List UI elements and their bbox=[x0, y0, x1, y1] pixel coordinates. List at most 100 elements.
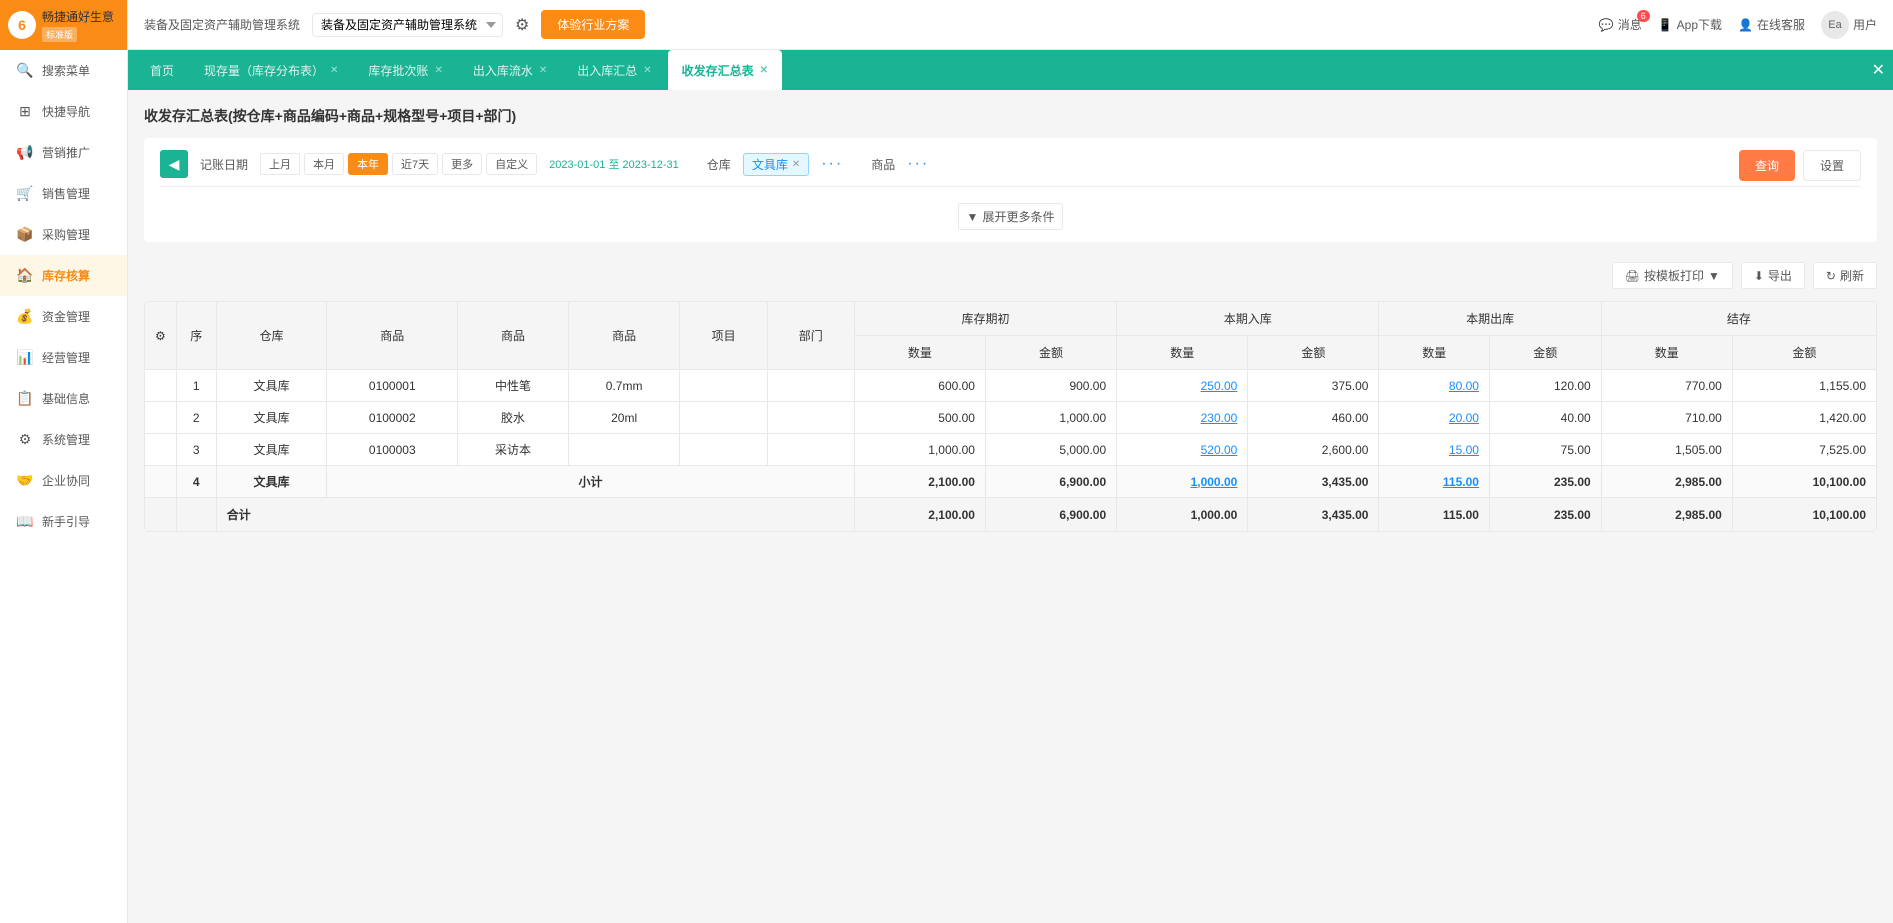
footer-out-amt: 235.00 bbox=[1489, 498, 1601, 532]
date-label: 记账日期 bbox=[200, 156, 248, 173]
try-button[interactable]: 体验行业方案 bbox=[541, 10, 645, 39]
tab-inventory-dist[interactable]: 现存量（库存分布表） ✕ bbox=[190, 50, 352, 90]
col-out-amt-header: 金额 bbox=[1489, 336, 1601, 370]
tab-inout-flow[interactable]: 出入库流水 ✕ bbox=[459, 50, 561, 90]
cell-no: 3 bbox=[176, 434, 216, 466]
subtotal-bal-amt: 10,100.00 bbox=[1732, 466, 1876, 498]
cell-out-amt: 120.00 bbox=[1489, 370, 1601, 402]
filter-toggle-btn[interactable]: ◀ bbox=[160, 150, 188, 178]
sidebar-item-cooperation[interactable]: 🤝 企业协同 bbox=[0, 460, 127, 501]
messages-action[interactable]: 💬 消息 6 bbox=[1599, 16, 1642, 33]
toolbar-right: 🖨 按模板打印 ▼ ⬇ 导出 ↻ 刷新 bbox=[1612, 262, 1877, 289]
refresh-btn[interactable]: ↻ 刷新 bbox=[1813, 262, 1877, 289]
cell-project bbox=[680, 370, 767, 402]
cell-goods-code: 0100002 bbox=[327, 402, 458, 434]
cell-bal-amt: 1,155.00 bbox=[1732, 370, 1876, 402]
tab-close-recv-send-summary[interactable]: ✕ bbox=[760, 65, 768, 76]
user-action[interactable]: Ea 用户 bbox=[1821, 11, 1877, 39]
filter-settings-button[interactable]: 设置 bbox=[1803, 150, 1861, 181]
cell-open-qty: 500.00 bbox=[854, 402, 985, 434]
col-in-qty-header: 数量 bbox=[1117, 336, 1248, 370]
export-btn[interactable]: ⬇ 导出 bbox=[1741, 262, 1805, 289]
filter-row-main: ◀ 记账日期 上月 本月 本年 近7天 更多 自定义 2023-01-01 至 … bbox=[160, 150, 1861, 178]
cell-open-amt: 5,000.00 bbox=[985, 434, 1116, 466]
cell-open-qty: 600.00 bbox=[854, 370, 985, 402]
date-btn-this-year[interactable]: 本年 bbox=[348, 153, 388, 175]
system-icon: ⚙ bbox=[16, 431, 34, 448]
sidebar-item-guide[interactable]: 📖 新手引导 bbox=[0, 501, 127, 542]
date-btn-7days[interactable]: 近7天 bbox=[392, 153, 438, 175]
settings-gear-icon[interactable]: ⚙ bbox=[515, 15, 529, 35]
tab-recv-send-summary[interactable]: 收发存汇总表 ✕ bbox=[668, 50, 782, 90]
tab-bar-close-icon[interactable]: ✕ bbox=[1872, 60, 1885, 80]
cell-out-qty[interactable]: 20.00 bbox=[1379, 402, 1489, 434]
cell-project bbox=[680, 434, 767, 466]
sidebar: 6 畅捷通好生意 标准版 🔍 搜索菜单 ⊞ 快捷导航 📢 营销推广 🛒 销售管理… bbox=[0, 0, 128, 923]
cell-out-qty[interactable]: 80.00 bbox=[1379, 370, 1489, 402]
subtotal-in-qty[interactable]: 1,000.00 bbox=[1117, 466, 1248, 498]
system-selector[interactable]: 装备及固定资产辅助管理系统 bbox=[312, 13, 503, 37]
tab-close-batch[interactable]: ✕ bbox=[434, 65, 442, 76]
sidebar-item-purchase[interactable]: 📦 采购管理 bbox=[0, 214, 127, 255]
cell-goods-name: 胶水 bbox=[458, 402, 568, 434]
app-download-action[interactable]: 📱 App下载 bbox=[1658, 16, 1722, 33]
sidebar-item-system[interactable]: ⚙ 系统管理 bbox=[0, 419, 127, 460]
avatar: Ea bbox=[1821, 11, 1849, 39]
sidebar-item-basic-info[interactable]: 📋 基础信息 bbox=[0, 378, 127, 419]
date-btn-custom[interactable]: 自定义 bbox=[486, 153, 537, 175]
subtotal-row: 4 文具库 小计 2,100.00 6,900.00 1,000.00 3,43… bbox=[145, 466, 1877, 498]
expand-btn[interactable]: ▼ 展开更多条件 bbox=[958, 203, 1064, 230]
sales-icon: 🛒 bbox=[16, 185, 34, 202]
col-goods-name-header: 商品 bbox=[458, 302, 568, 370]
tab-close-inout-flow[interactable]: ✕ bbox=[539, 65, 547, 76]
page-title: 收发存汇总表(按仓库+商品编码+商品+规格型号+项目+部门) bbox=[144, 106, 1877, 126]
filter-panel: ◀ 记账日期 上月 本月 本年 近7天 更多 自定义 2023-01-01 至 … bbox=[144, 138, 1877, 242]
cell-in-qty[interactable]: 520.00 bbox=[1117, 434, 1248, 466]
cell-bal-qty: 710.00 bbox=[1601, 402, 1732, 434]
subtotal-out-qty[interactable]: 115.00 bbox=[1379, 466, 1489, 498]
sidebar-item-marketing[interactable]: 📢 营销推广 bbox=[0, 132, 127, 173]
cell-goods-spec: 0.7mm bbox=[568, 370, 680, 402]
col-out-group-header: 本期出库 bbox=[1379, 302, 1601, 336]
tab-home[interactable]: 首页 bbox=[136, 50, 188, 90]
online-service-action[interactable]: 👤 在线客服 bbox=[1738, 16, 1805, 33]
cell-in-amt: 2,600.00 bbox=[1248, 434, 1379, 466]
grid-icon: ⊞ bbox=[16, 103, 34, 120]
sidebar-item-quick-nav[interactable]: ⊞ 快捷导航 bbox=[0, 91, 127, 132]
sidebar-item-search[interactable]: 🔍 搜索菜单 bbox=[0, 50, 127, 91]
goods-more-icon[interactable]: ··· bbox=[907, 155, 929, 173]
warehouse-label: 仓库 bbox=[707, 156, 731, 173]
date-btn-more[interactable]: 更多 bbox=[442, 153, 482, 175]
col-in-group-header: 本期入库 bbox=[1117, 302, 1379, 336]
cooperation-icon: 🤝 bbox=[16, 472, 34, 489]
warehouse-remove-icon[interactable]: ✕ bbox=[792, 159, 800, 170]
sidebar-item-finance[interactable]: 💰 资金管理 bbox=[0, 296, 127, 337]
col-settings-header[interactable]: ⚙ bbox=[145, 302, 177, 370]
tab-close-inout-summary[interactable]: ✕ bbox=[643, 65, 651, 76]
cell-in-qty[interactable]: 250.00 bbox=[1117, 370, 1248, 402]
footer-in-amt: 3,435.00 bbox=[1248, 498, 1379, 532]
header-actions: 💬 消息 6 📱 App下载 👤 在线客服 Ea 用户 bbox=[1599, 11, 1877, 39]
tab-inout-summary[interactable]: 出入库汇总 ✕ bbox=[563, 50, 665, 90]
tab-close-inventory-dist[interactable]: ✕ bbox=[330, 65, 338, 76]
sidebar-item-sales[interactable]: 🛒 销售管理 bbox=[0, 173, 127, 214]
date-btn-this-month[interactable]: 本月 bbox=[304, 153, 344, 175]
cell-out-qty[interactable]: 15.00 bbox=[1379, 434, 1489, 466]
operations-icon: 📊 bbox=[16, 349, 34, 366]
query-button[interactable]: 查询 bbox=[1739, 150, 1795, 181]
marketing-icon: 📢 bbox=[16, 144, 34, 161]
sidebar-item-inventory[interactable]: 🏠 库存核算 bbox=[0, 255, 127, 296]
print-dropdown-icon: ▼ bbox=[1708, 269, 1720, 283]
tab-batch[interactable]: 库存批次账 ✕ bbox=[354, 50, 456, 90]
system-title: 装备及固定资产辅助管理系统 bbox=[144, 16, 300, 33]
export-icon: ⬇ bbox=[1754, 269, 1764, 283]
col-settings-icon[interactable]: ⚙ bbox=[155, 329, 166, 343]
print-btn[interactable]: 🖨 按模板打印 ▼ bbox=[1612, 262, 1733, 289]
sidebar-item-operations[interactable]: 📊 经营管理 bbox=[0, 337, 127, 378]
cell-goods-spec: 20ml bbox=[568, 402, 680, 434]
warehouse-more-icon[interactable]: ··· bbox=[821, 155, 843, 173]
inventory-icon: 🏠 bbox=[16, 267, 34, 284]
cell-in-qty[interactable]: 230.00 bbox=[1117, 402, 1248, 434]
cell-goods-spec bbox=[568, 434, 680, 466]
date-btn-last-month[interactable]: 上月 bbox=[260, 153, 300, 175]
